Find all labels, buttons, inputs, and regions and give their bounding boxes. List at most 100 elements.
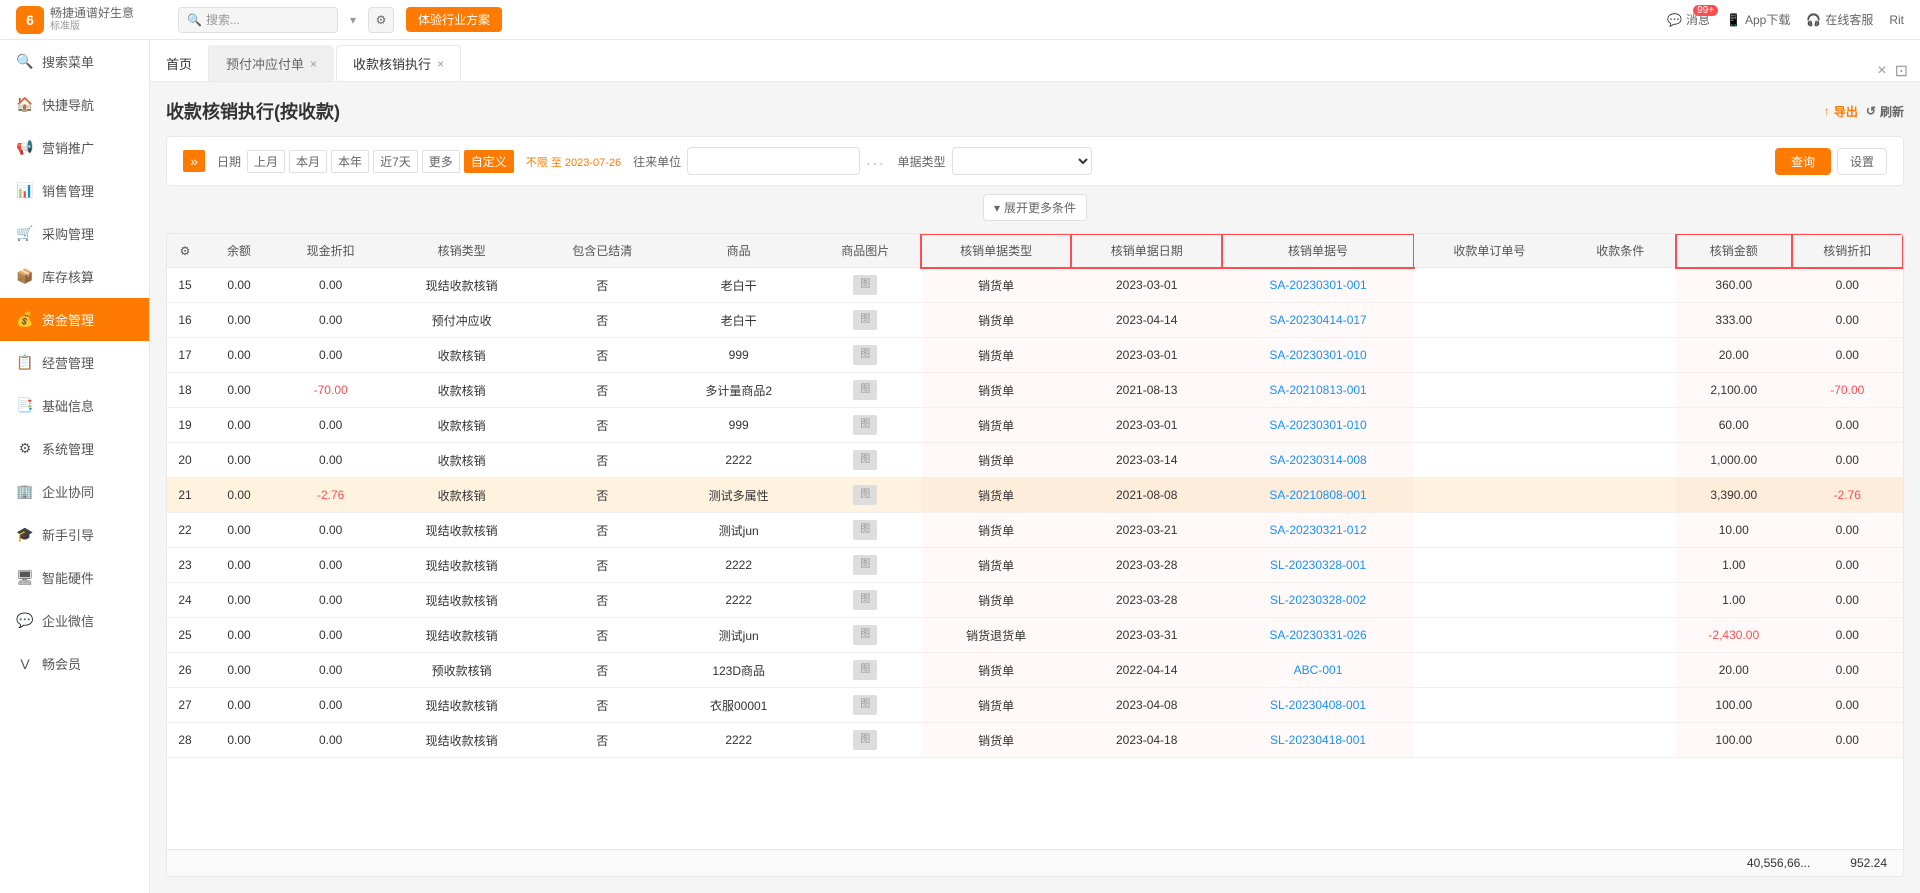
sidebar-item-inventory[interactable]: 📦 库存核算 <box>0 255 149 298</box>
cell-writeoff-doc-no[interactable]: SL-20230408-001 <box>1222 688 1414 723</box>
cell-writeoff-doc-type: 销货单 <box>921 548 1072 583</box>
cell-writeoff-amount: 10.00 <box>1676 513 1792 548</box>
cell-writeoff-discount: 0.00 <box>1792 583 1903 618</box>
cell-writeoff-doc-date: 2023-04-14 <box>1071 303 1222 338</box>
cell-writeoff-doc-no[interactable]: SA-20230301-001 <box>1222 268 1414 303</box>
filter-partner-label: 往来单位 <box>633 153 681 170</box>
cell-writeoff-doc-no[interactable]: SA-20230331-026 <box>1222 618 1414 653</box>
page-content: 收款核销执行(按收款) ↑ 导出 ↺ 刷新 » 日 <box>150 82 1920 893</box>
sidebar-item-operations[interactable]: 📋 经营管理 <box>0 341 149 384</box>
cell-goods: 多计量商品2 <box>668 373 810 408</box>
sidebar-item-hardware[interactable]: 🖥 智能硬件 <box>0 556 149 599</box>
cell-writeoff-doc-no[interactable]: SA-20230414-017 <box>1222 303 1414 338</box>
sidebar-item-member[interactable]: V 畅会员 <box>0 642 149 685</box>
query-button[interactable]: 查询 <box>1775 148 1831 175</box>
maximize-window-icon[interactable]: ⊡ <box>1895 61 1908 81</box>
date-btn-more[interactable]: 更多 <box>422 150 460 173</box>
table-row: 19 0.00 0.00 收款核销 否 999 图 销货单 2023-03-01… <box>167 408 1903 443</box>
top-search-bar[interactable]: 🔍 搜索... <box>178 7 338 33</box>
search-chevron-icon[interactable]: ▾ <box>350 13 356 27</box>
settings-icon[interactable]: ⚙ <box>368 7 394 33</box>
cell-writeoff-doc-no[interactable]: SA-20230321-012 <box>1222 513 1414 548</box>
table-body: 15 0.00 0.00 现结收款核销 否 老白干 图 销货单 2023-03-… <box>167 268 1903 758</box>
column-settings-button[interactable]: 设置 <box>1837 148 1887 175</box>
sidebar-item-guide[interactable]: 🎓 新手引导 <box>0 513 149 556</box>
partner-dots[interactable]: ... <box>866 152 885 170</box>
cell-writeoff-doc-date: 2023-03-28 <box>1071 548 1222 583</box>
cell-writeoff-doc-no[interactable]: SA-20230301-010 <box>1222 408 1414 443</box>
export-button[interactable]: ↑ 导出 <box>1824 103 1858 120</box>
cell-writeoff-doc-no[interactable]: ABC-001 <box>1222 653 1414 688</box>
date-btn-custom[interactable]: 自定义 <box>464 150 514 173</box>
cell-writeoff-doc-date: 2023-03-28 <box>1071 583 1222 618</box>
sidebar-item-navigation[interactable]: 🏠 快捷导航 <box>0 83 149 126</box>
sidebar-item-purchase[interactable]: 🛒 采购管理 <box>0 212 149 255</box>
cell-writeoff-doc-no[interactable]: SA-20230301-010 <box>1222 338 1414 373</box>
cell-writeoff-discount: 0.00 <box>1792 723 1903 758</box>
cell-writeoff-doc-no[interactable]: SA-20210813-001 <box>1222 373 1414 408</box>
cell-writeoff-amount: 360.00 <box>1676 268 1792 303</box>
app-download-item[interactable]: 📱 App下载 <box>1726 11 1790 28</box>
message-icon-item[interactable]: 💬 消息 99+ <box>1667 11 1710 28</box>
cell-writeoff-doc-no[interactable]: SL-20230328-002 <box>1222 583 1414 618</box>
total-discount-value: 952.24 <box>1850 856 1887 870</box>
sidebar-item-sales[interactable]: 📊 销售管理 <box>0 169 149 212</box>
sidebar-item-wechat[interactable]: 💬 企业微信 <box>0 599 149 642</box>
cell-writeoff-discount: -2.76 <box>1792 478 1903 513</box>
date-btn-this-month[interactable]: 本月 <box>289 150 327 173</box>
logo-area: 6 畅捷通谱好生意 标准版 <box>16 6 166 34</box>
cell-goods-image: 图 <box>810 303 921 338</box>
close-window-icon[interactable]: × <box>1877 62 1886 80</box>
cell-writeoff-doc-no[interactable]: SL-20230328-001 <box>1222 548 1414 583</box>
username-item[interactable]: Rit <box>1889 13 1904 27</box>
table-container[interactable]: ⚙ 余额 现金折扣 核销类型 包含已结清 商品 商品图片 核销单据类型 核销单据… <box>167 234 1903 849</box>
tab-prepay[interactable]: 预付冲应付单 × <box>209 45 334 81</box>
filter-expand-button[interactable]: » <box>183 150 205 172</box>
cell-goods: 测试多属性 <box>668 478 810 513</box>
tab-prepay-close[interactable]: × <box>310 57 317 71</box>
cell-writeoff-doc-type: 销货单 <box>921 723 1072 758</box>
cell-writeoff-discount: 0.00 <box>1792 303 1903 338</box>
cell-writeoff-doc-date: 2023-03-01 <box>1071 338 1222 373</box>
table-row: 15 0.00 0.00 现结收款核销 否 老白干 图 销货单 2023-03-… <box>167 268 1903 303</box>
cell-writeoff-doc-date: 2023-03-21 <box>1071 513 1222 548</box>
cell-writeoff-doc-no[interactable]: SL-20230418-001 <box>1222 723 1414 758</box>
expand-conditions-button[interactable]: ▾ 展开更多条件 <box>983 194 1087 221</box>
trial-button[interactable]: 体验行业方案 <box>406 7 502 32</box>
cell-writeoff-doc-no[interactable]: SA-20210808-001 <box>1222 478 1414 513</box>
cell-writeoff-doc-no[interactable]: SA-20230314-008 <box>1222 443 1414 478</box>
member-icon: V <box>16 656 34 672</box>
cell-writeoff-type: 现结收款核销 <box>386 513 537 548</box>
date-btn-7days[interactable]: 近7天 <box>373 150 418 173</box>
refresh-button[interactable]: ↺ 刷新 <box>1866 103 1904 120</box>
cell-goods-image: 图 <box>810 478 921 513</box>
filter-doctype-select[interactable] <box>952 147 1092 175</box>
filter-partner-input[interactable] <box>687 147 860 175</box>
sidebar-item-search[interactable]: 🔍 搜索菜单 <box>0 40 149 83</box>
cell-goods: 衣服00001 <box>668 688 810 723</box>
cell-writeoff-discount: 0.00 <box>1792 653 1903 688</box>
tab-current-close[interactable]: × <box>437 57 444 71</box>
tab-current[interactable]: 收款核销执行 × <box>336 45 461 81</box>
online-service-item[interactable]: 🎧 在线客服 <box>1806 11 1873 28</box>
cell-cash-discount: 0.00 <box>275 583 386 618</box>
cell-goods: 老白干 <box>668 303 810 338</box>
cell-balance: 0.00 <box>203 688 275 723</box>
sales-icon: 📊 <box>16 182 34 199</box>
sidebar-item-marketing[interactable]: 📢 营销推广 <box>0 126 149 169</box>
cell-writeoff-amount: 100.00 <box>1676 723 1792 758</box>
date-btn-last-month[interactable]: 上月 <box>247 150 285 173</box>
cell-writeoff-type: 预付冲应收 <box>386 303 537 338</box>
refresh-icon: ↺ <box>1866 104 1876 118</box>
sidebar-item-finance[interactable]: 💰 资金管理 <box>0 298 149 341</box>
cell-writeoff-type: 收款核销 <box>386 408 537 443</box>
sidebar-item-enterprise[interactable]: 🏢 企业协同 <box>0 470 149 513</box>
tab-home[interactable]: 首页 <box>150 45 209 81</box>
cell-receipt-order-no <box>1414 338 1565 373</box>
th-balance: 余额 <box>203 234 275 268</box>
table-header-row: ⚙ 余额 现金折扣 核销类型 包含已结清 商品 商品图片 核销单据类型 核销单据… <box>167 234 1903 268</box>
date-btn-this-year[interactable]: 本年 <box>331 150 369 173</box>
sidebar-item-basic-info[interactable]: 📑 基础信息 <box>0 384 149 427</box>
cell-goods-image: 图 <box>810 408 921 443</box>
sidebar-item-system[interactable]: ⚙ 系统管理 <box>0 427 149 470</box>
